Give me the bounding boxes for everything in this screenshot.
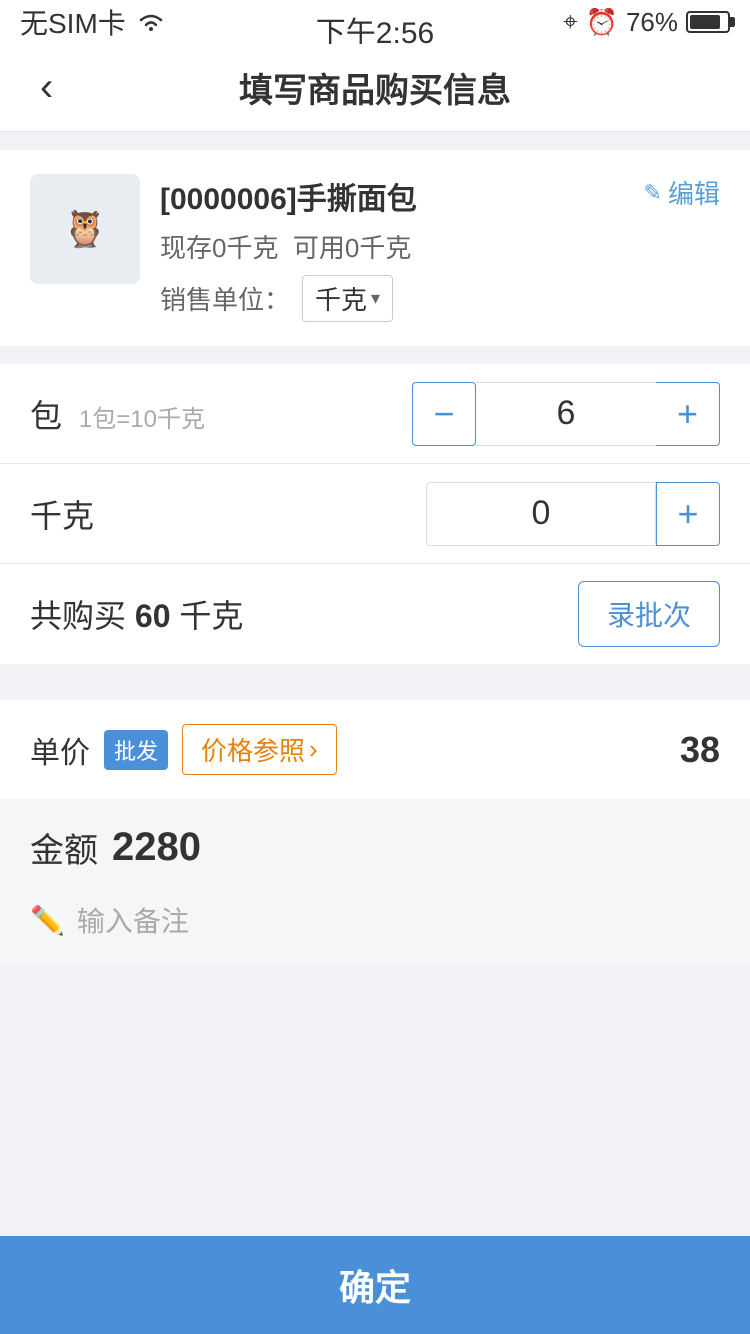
battery-percent: 76%: [626, 7, 678, 38]
product-info: [0000006]手撕面包 现存0千克 可用0千克 销售单位： 千克 ▾: [160, 174, 720, 322]
edit-icon: ✎: [644, 180, 662, 206]
product-name: [0000006]手撕面包: [160, 174, 720, 218]
price-row: 单价 批发 价格参照 › 38: [0, 700, 750, 799]
nav-bar: ‹ 填写商品购买信息: [0, 44, 750, 132]
unit-value: 千克: [315, 280, 367, 317]
battery-icon: [686, 11, 730, 33]
price-label: 单价: [30, 728, 90, 772]
price-ref-chevron-icon: ›: [309, 734, 318, 765]
product-stock: 现存0千克 可用0千克: [160, 228, 720, 265]
package-decrement-button[interactable]: −: [412, 382, 476, 446]
confirm-button-label: 确定: [339, 1259, 411, 1311]
amount-row: 金额 2280: [30, 823, 720, 886]
wifi-icon: [136, 11, 166, 33]
page-title: 填写商品购买信息: [239, 63, 511, 112]
summary-row: 共购买 60 千克 录批次: [0, 564, 750, 664]
status-left: 无SIM卡: [20, 2, 166, 42]
package-label: 包 1包=10千克: [30, 391, 412, 437]
summary-text: 共购买 60 千克: [30, 591, 578, 637]
package-quantity-control: − +: [412, 382, 720, 446]
unit-label: 销售单位：: [160, 280, 290, 317]
pencil-icon: ✏️: [30, 904, 65, 937]
remark-row[interactable]: ✏️ 输入备注: [30, 886, 720, 964]
amount-section: 金额 2280 ✏️ 输入备注: [0, 799, 750, 964]
batch-button[interactable]: 录批次: [578, 581, 720, 647]
price-section: 单价 批发 价格参照 › 38: [0, 700, 750, 799]
price-value: 38: [680, 729, 720, 771]
location-icon: ⌖: [563, 6, 578, 38]
status-right: ⌖ ⏰ 76%: [563, 6, 730, 38]
amount-value: 2280: [112, 825, 201, 870]
kg-label: 千克: [30, 491, 426, 537]
package-sublabel: 1包=10千克: [79, 406, 205, 433]
unit-chevron-icon: ▾: [371, 288, 380, 309]
status-bar: 无SIM卡 下午2:56 ⌖ ⏰ 76%: [0, 0, 750, 44]
kg-quantity-control: +: [426, 482, 720, 546]
package-input-row: 包 1包=10千克 − +: [0, 364, 750, 464]
kg-quantity-input[interactable]: [426, 482, 656, 546]
kg-increment-button[interactable]: +: [656, 482, 720, 546]
product-logo: 🦉: [63, 208, 108, 250]
amount-label: 金额: [30, 823, 98, 872]
price-tag: 批发: [104, 730, 168, 770]
package-quantity-input[interactable]: [476, 382, 656, 446]
section-divider-1: [0, 346, 750, 364]
kg-input-row: 千克 +: [0, 464, 750, 564]
carrier-label: 无SIM卡: [20, 2, 126, 42]
package-increment-button[interactable]: +: [656, 382, 720, 446]
unit-select[interactable]: 千克 ▾: [302, 275, 393, 322]
back-button[interactable]: ‹: [30, 55, 63, 120]
confirm-bar[interactable]: 确定: [0, 1236, 750, 1334]
remark-placeholder: 输入备注: [77, 900, 189, 940]
product-card: 🦉 [0000006]手撕面包 现存0千克 可用0千克 销售单位： 千克 ▾ ✎…: [0, 150, 750, 346]
price-ref-label: 价格参照: [201, 731, 305, 768]
product-image: 🦉: [30, 174, 140, 284]
edit-label: 编辑: [668, 174, 720, 211]
alarm-icon: ⏰: [586, 7, 618, 38]
edit-button[interactable]: ✎ 编辑: [644, 174, 720, 211]
product-unit-row: 销售单位： 千克 ▾: [160, 275, 720, 322]
battery-fill: [690, 15, 720, 29]
price-reference-button[interactable]: 价格参照 ›: [182, 724, 337, 775]
section-divider-2: [0, 664, 750, 682]
